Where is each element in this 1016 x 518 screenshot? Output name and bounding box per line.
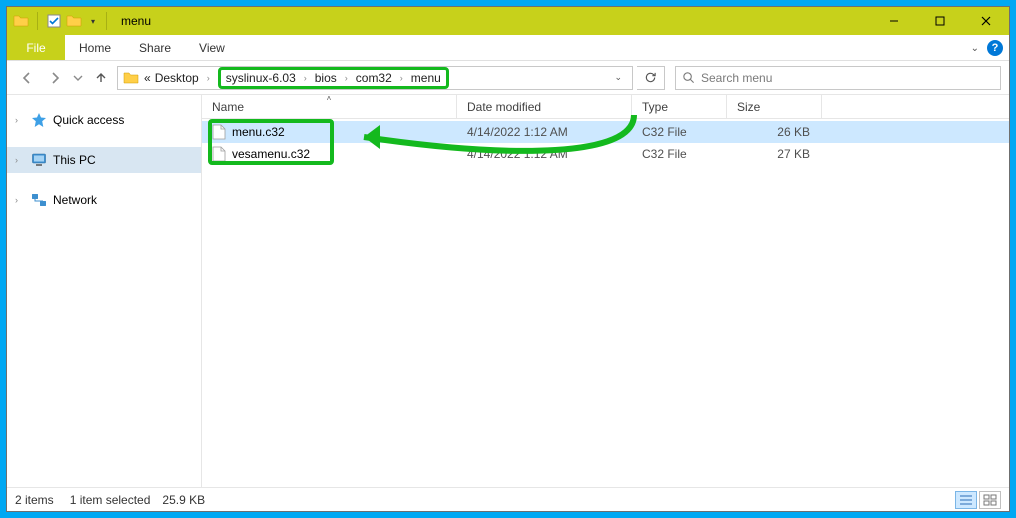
nav-network[interactable]: › Network [7,187,201,213]
network-icon [31,192,47,208]
table-row[interactable]: menu.c32 4/14/2022 1:12 AM C32 File 26 K… [202,121,1009,143]
navigation-pane: › Quick access › This PC › Network [7,95,202,487]
maximize-button[interactable] [917,7,963,35]
tab-home[interactable]: Home [65,35,125,60]
help-icon[interactable]: ? [987,40,1003,56]
status-item-count: 2 items [15,493,54,507]
file-view: ˄ Name Date modified Type Size menu.c32 … [202,95,1009,487]
status-selection: 1 item selected [70,493,151,507]
view-details-button[interactable] [955,491,977,509]
file-date: 4/14/2022 1:12 AM [457,147,632,161]
column-size[interactable]: Size [727,95,822,118]
close-button[interactable] [963,7,1009,35]
breadcrumb-menu[interactable]: menu [411,71,441,85]
breadcrumb-com32[interactable]: com32 [356,71,392,85]
file-size: 26 KB [727,125,822,139]
qat-dropdown-icon[interactable]: ▾ [88,17,98,26]
column-type[interactable]: Type [632,95,727,118]
ribbon: File Home Share View ⌄ ? [7,35,1009,61]
nav-up-button[interactable] [89,66,113,90]
nav-label: This PC [53,153,96,167]
properties-icon[interactable] [46,13,62,29]
expand-icon[interactable]: › [15,195,18,205]
search-input[interactable]: Search menu [675,66,1001,90]
ribbon-expand-icon[interactable]: ⌄ [971,43,979,54]
quick-access-icon [31,112,47,128]
status-bar: 2 items 1 item selected 25.9 KB [7,487,1009,511]
chevron-right-icon[interactable]: › [400,73,403,83]
file-icon [212,146,226,162]
breadcrumb-desktop[interactable]: Desktop [155,71,199,85]
file-type: C32 File [632,125,727,139]
column-headers: ˄ Name Date modified Type Size [202,95,1009,119]
chevron-right-icon[interactable]: › [207,73,210,83]
address-toolbar: « Desktop › syslinux-6.03 › bios › com32… [7,61,1009,95]
nav-this-pc[interactable]: › This PC [7,147,201,173]
nav-label: Quick access [53,113,124,127]
column-name[interactable]: ˄ Name [202,95,457,118]
this-pc-icon [31,152,47,168]
explorer-window: ▾ menu File Home Share View ⌄ ? « Des [6,6,1010,512]
folder-title-icon [66,13,82,29]
breadcrumb-syslinux[interactable]: syslinux-6.03 [226,71,296,85]
chevron-right-icon[interactable]: › [304,73,307,83]
sort-indicator-icon: ˄ [327,95,332,103]
explorer-icon [13,13,29,29]
breadcrumb-overflow[interactable]: « [144,71,151,85]
address-folder-icon [122,69,140,87]
address-bar[interactable]: « Desktop › syslinux-6.03 › bios › com32… [117,66,633,90]
tab-share[interactable]: Share [125,35,185,60]
column-date[interactable]: Date modified [457,95,632,118]
status-selection-size: 25.9 KB [162,493,205,507]
file-list: menu.c32 4/14/2022 1:12 AM C32 File 26 K… [202,119,1009,165]
table-row[interactable]: vesamenu.c32 4/14/2022 1:12 AM C32 File … [202,143,1009,165]
tab-file[interactable]: File [7,35,65,60]
breadcrumb-bios[interactable]: bios [315,71,337,85]
file-name: menu.c32 [232,125,285,139]
window-title: menu [121,14,151,28]
nav-label: Network [53,193,97,207]
nav-recent-dropdown[interactable] [71,66,85,90]
file-size: 27 KB [727,147,822,161]
file-name: vesamenu.c32 [232,147,310,161]
search-icon [682,71,695,84]
file-icon [212,124,226,140]
chevron-right-icon[interactable]: › [345,73,348,83]
title-bar: ▾ menu [7,7,1009,35]
nav-quick-access[interactable]: › Quick access [7,107,201,133]
nav-back-button[interactable] [15,66,39,90]
expand-icon[interactable]: › [15,155,18,165]
refresh-button[interactable] [637,66,665,90]
file-type: C32 File [632,147,727,161]
minimize-button[interactable] [871,7,917,35]
address-dropdown-icon[interactable]: ⌄ [608,72,628,83]
view-thumbnails-button[interactable] [979,491,1001,509]
tab-view[interactable]: View [185,35,239,60]
breadcrumb-highlight-annotation: syslinux-6.03 › bios › com32 › menu [218,67,449,89]
search-placeholder: Search menu [701,71,772,85]
expand-icon[interactable]: › [15,115,18,125]
nav-forward-button[interactable] [43,66,67,90]
file-date: 4/14/2022 1:12 AM [457,125,632,139]
